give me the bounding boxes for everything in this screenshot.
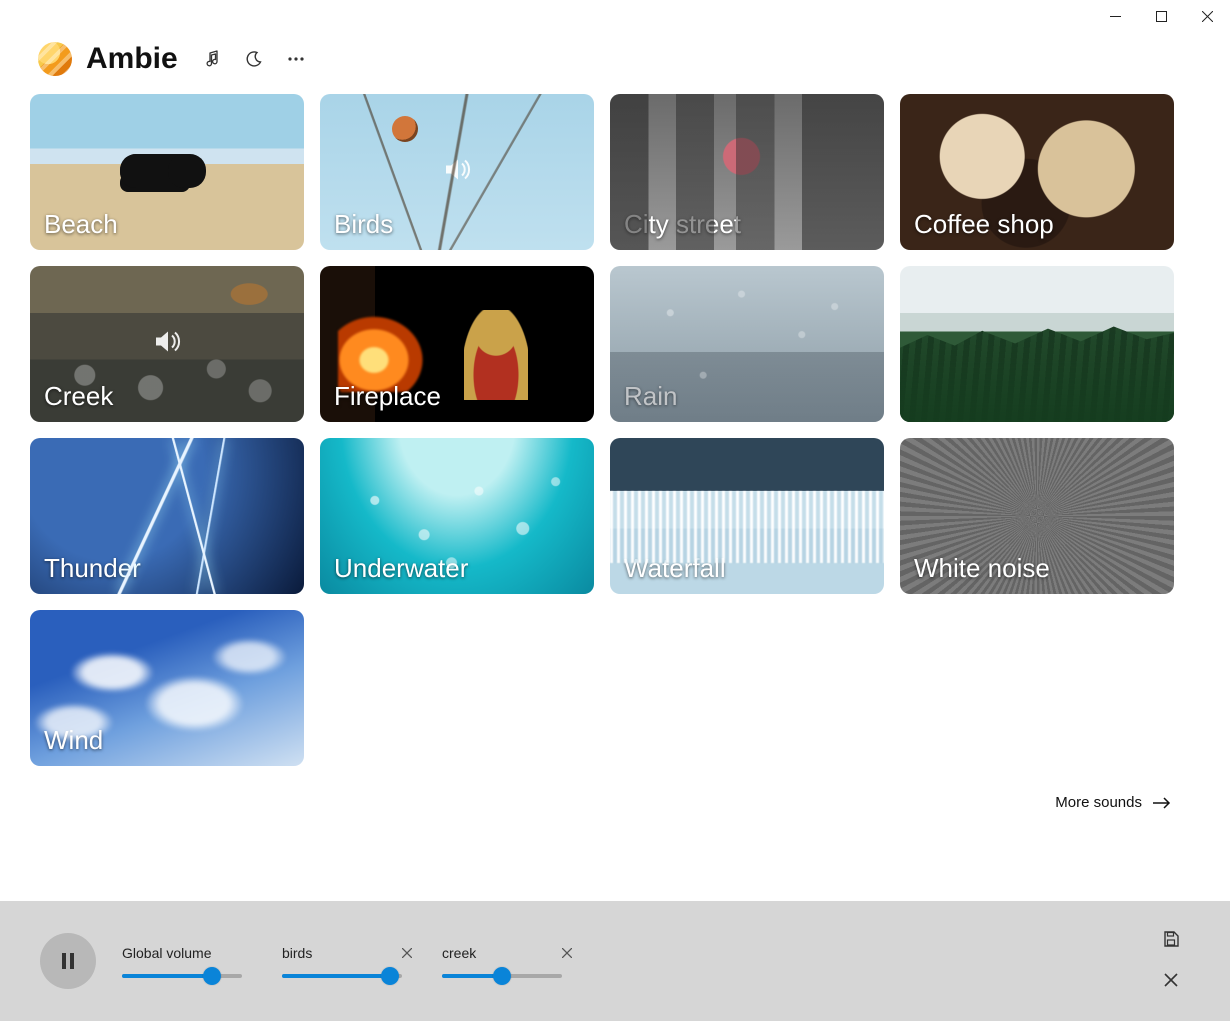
close-icon: [1202, 11, 1213, 22]
player-bar: Global volume birds creek: [0, 901, 1230, 1021]
window-controls: [1092, 0, 1230, 32]
close-icon: [402, 948, 412, 958]
maximize-icon: [1156, 11, 1167, 22]
sound-tile-label: City street: [624, 209, 741, 240]
channel-header: birds: [282, 944, 412, 962]
slider-thumb[interactable]: [381, 967, 399, 985]
sound-tile-waterfall[interactable]: Waterfall: [610, 438, 884, 594]
sound-tile-label: Underwater: [334, 553, 468, 584]
channel-birds: birds: [282, 944, 412, 978]
sound-tile-label: Rainforest: [914, 381, 1033, 412]
close-icon: [1164, 973, 1178, 987]
channel-label: Global volume: [122, 945, 212, 961]
volume-slider[interactable]: [282, 974, 402, 978]
sound-tile-label: Birds: [334, 209, 393, 240]
music-button[interactable]: [202, 49, 222, 69]
sound-tile-rain[interactable]: Rain: [610, 266, 884, 422]
channel-label: birds: [282, 945, 312, 961]
sound-tile-wind[interactable]: Wind: [30, 610, 304, 766]
more-button[interactable]: [286, 49, 306, 69]
sound-tile-label: Waterfall: [624, 553, 726, 584]
window-minimize-button[interactable]: [1092, 0, 1138, 32]
slider-thumb[interactable]: [493, 967, 511, 985]
slider-fill: [122, 974, 212, 978]
sound-tile-rainforest[interactable]: Rainforest: [900, 266, 1174, 422]
player-bar-actions: [1162, 930, 1180, 992]
moon-icon: [245, 50, 263, 68]
app-header: Ambie: [0, 0, 1230, 94]
channel-global: Global volume: [122, 944, 252, 978]
window-close-button[interactable]: [1184, 0, 1230, 32]
app-title: Ambie: [86, 42, 178, 76]
arrow-right-icon: [1152, 796, 1172, 810]
sound-tile-creek[interactable]: Creek: [30, 266, 304, 422]
slider-fill: [282, 974, 390, 978]
sound-tile-whitenoise[interactable]: White noise: [900, 438, 1174, 594]
sound-tile-coffee[interactable]: Coffee shop: [900, 94, 1174, 250]
window-maximize-button[interactable]: [1138, 0, 1184, 32]
music-note-icon: [203, 50, 221, 68]
volume-slider[interactable]: [442, 974, 562, 978]
app-logo-icon: [38, 42, 72, 76]
channel-remove-button[interactable]: [402, 946, 412, 961]
sound-tile-beach[interactable]: Beach: [30, 94, 304, 250]
mixer: Global volume birds creek: [122, 944, 572, 978]
sound-tile-label: Coffee shop: [914, 209, 1054, 240]
more-sounds-label: More sounds: [1055, 794, 1142, 811]
sound-tile-underwater[interactable]: Underwater: [320, 438, 594, 594]
sound-tile-label: Rain: [624, 381, 677, 412]
play-pause-button[interactable]: [40, 933, 96, 989]
sound-tile-thunder[interactable]: Thunder: [30, 438, 304, 594]
save-mix-button[interactable]: [1162, 930, 1180, 953]
sound-tile-fireplace[interactable]: Fireplace: [320, 266, 594, 422]
header-toolbar: [202, 49, 306, 69]
slider-thumb[interactable]: [203, 967, 221, 985]
save-icon: [1162, 930, 1180, 948]
dismiss-bar-button[interactable]: [1164, 973, 1178, 992]
sound-grid: Beach Birds City street Coffee shop Creek Fir…: [0, 94, 1230, 766]
sound-tile-label: Thunder: [44, 553, 141, 584]
channel-header: Global volume: [122, 944, 252, 962]
sound-tile-city[interactable]: City street: [610, 94, 884, 250]
volume-slider[interactable]: [122, 974, 242, 978]
sound-tile-label: Wind: [44, 725, 103, 756]
sound-tile-birds[interactable]: Birds: [320, 94, 594, 250]
channel-header: creek: [442, 944, 572, 962]
channel-label: creek: [442, 945, 476, 961]
sound-tile-label: Creek: [44, 381, 113, 412]
sound-tile-label: Fireplace: [334, 381, 441, 412]
sound-tile-label: White noise: [914, 553, 1050, 584]
channel-remove-button[interactable]: [562, 946, 572, 961]
speaker-icon: [150, 325, 184, 364]
speaker-icon: [440, 153, 474, 192]
sound-tile-label: Beach: [44, 209, 118, 240]
more-icon: [287, 57, 305, 61]
channel-creek: creek: [442, 944, 572, 978]
more-sounds-link[interactable]: More sounds: [0, 766, 1230, 811]
pause-icon: [59, 951, 77, 971]
minimize-icon: [1110, 11, 1121, 22]
close-icon: [562, 948, 572, 958]
dark-mode-button[interactable]: [244, 49, 264, 69]
